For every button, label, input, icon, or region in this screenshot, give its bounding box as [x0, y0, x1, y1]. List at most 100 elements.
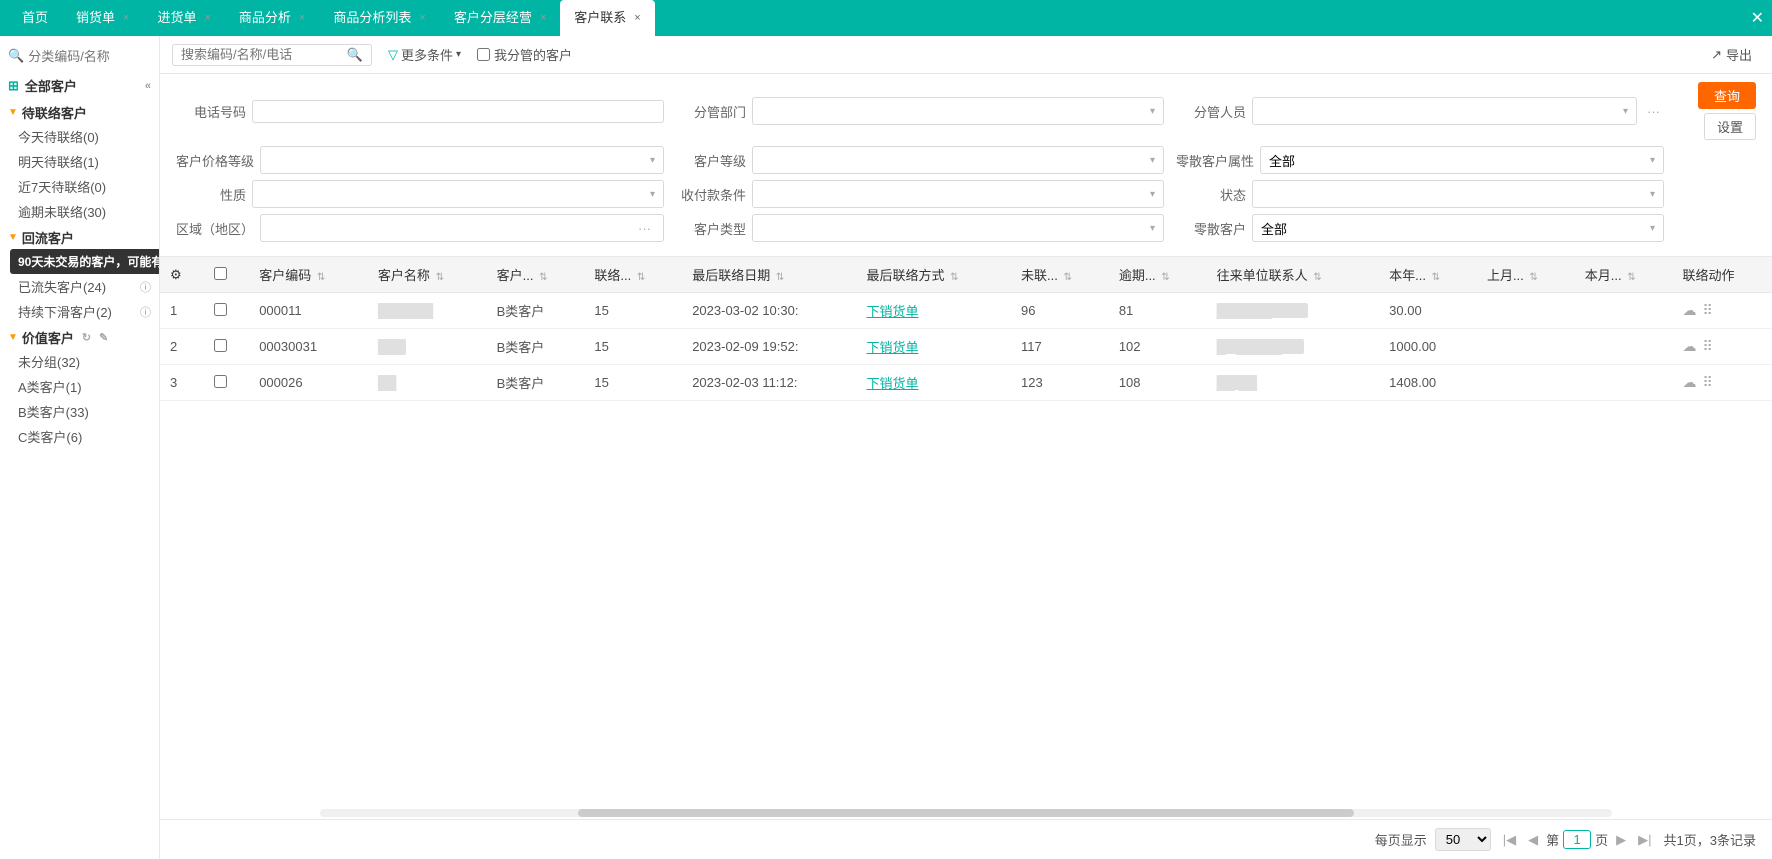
edit-icon[interactable]: ✎ — [99, 331, 108, 344]
nav-customer-segment[interactable]: 客户分层经营 × — [440, 0, 560, 36]
sort-overdue-icon: ⇅ — [1161, 272, 1169, 283]
nav-product-analysis[interactable]: 商品分析 × — [225, 0, 319, 36]
scrollbar-thumb[interactable] — [578, 809, 1353, 817]
nav-sales[interactable]: 销货单 × — [62, 0, 143, 36]
sidebar-item-unclassified[interactable]: 未分组(32) — [0, 349, 159, 374]
nature-select[interactable]: ▾ — [252, 180, 664, 208]
my-customers-checkbox[interactable] — [477, 48, 490, 61]
contact-icon[interactable]: ☁ — [1683, 338, 1697, 355]
refresh-icon[interactable]: ↻ — [82, 331, 91, 344]
close-all-tabs[interactable]: ✕ — [1751, 8, 1764, 28]
th-last-date[interactable]: 最后联络日期 ⇅ — [682, 257, 856, 293]
row-checkbox-0[interactable] — [214, 303, 227, 316]
more-filters-button[interactable]: ▽ 更多条件 ▾ — [380, 42, 469, 67]
th-contact-person[interactable]: 往来单位联系人 ⇅ — [1207, 257, 1380, 293]
total-info: 共1页，3条记录 — [1664, 830, 1756, 849]
main-search-icon[interactable]: 🔍 — [347, 47, 363, 63]
settings-button[interactable]: 设置 — [1704, 113, 1756, 140]
close-customer-segment-tab[interactable]: × — [540, 0, 546, 36]
section-retention[interactable]: ▼ 回流客户 90天未交易的客户，可能有流失风险。 — [0, 224, 159, 249]
cell-checkbox[interactable] — [204, 329, 250, 365]
section-value-customers[interactable]: ▼ 价值客户 ↻ ✎ — [0, 324, 159, 349]
th-no-contact[interactable]: 未联... ⇅ — [1011, 257, 1109, 293]
contact-icon[interactable]: ☁ — [1683, 302, 1697, 319]
status-select[interactable]: ▾ — [1252, 180, 1664, 208]
contact-method-link[interactable]: 下销货单 — [866, 340, 918, 355]
more-icon[interactable]: ⠿ — [1703, 338, 1713, 355]
customer-type-select[interactable]: ▾ — [752, 214, 1164, 242]
filter-phone: 电话号码 — [176, 100, 664, 123]
row-checkbox-1[interactable] — [214, 339, 227, 352]
filter-row-2: 客户价格等级 ▾ 客户等级 ▾ 零散客户属性 全部 — [176, 146, 1756, 174]
nav-product-analysis-list[interactable]: 商品分析列表 × — [319, 0, 439, 36]
next-page-btn[interactable]: ▶ — [1612, 830, 1630, 850]
more-icon[interactable]: ⠿ — [1703, 302, 1713, 319]
retail-attr-select[interactable]: 全部 ▾ — [1260, 146, 1664, 174]
cell-last-method[interactable]: 下销货单 — [856, 365, 1011, 401]
contact-icon[interactable]: ☁ — [1683, 374, 1697, 391]
region-dots[interactable]: ··· — [634, 221, 655, 236]
first-page-btn[interactable]: |◀ — [1499, 830, 1520, 850]
sidebar-item-class-a[interactable]: A类客户(1) — [0, 374, 159, 399]
close-customer-contact-tab[interactable]: × — [634, 0, 640, 36]
th-overdue[interactable]: 逾期... ⇅ — [1109, 257, 1207, 293]
sidebar-item-overdue[interactable]: 逾期未联络(30) — [0, 199, 159, 224]
sidebar-search-input[interactable] — [28, 49, 151, 64]
cell-checkbox[interactable] — [204, 365, 250, 401]
th-code[interactable]: 客户编码 ⇅ — [249, 257, 368, 293]
all-customers-header[interactable]: ⊞ 全部客户 « — [0, 72, 159, 99]
row-checkbox-2[interactable] — [214, 375, 227, 388]
sidebar-item-churned[interactable]: 已流失客户(24) ⓘ — [0, 274, 159, 299]
cell-last-method[interactable]: 下销货单 — [856, 329, 1011, 365]
close-product-list-tab[interactable]: × — [419, 0, 425, 36]
manager-select[interactable]: ▾ — [1252, 97, 1637, 125]
price-level-select[interactable]: ▾ — [260, 146, 664, 174]
sidebar-item-class-b[interactable]: B类客户(33) — [0, 399, 159, 424]
contact-method-link[interactable]: 下销货单 — [866, 304, 918, 319]
page-size-select[interactable]: 50 100 200 — [1435, 828, 1491, 851]
phone-input[interactable] — [252, 100, 664, 123]
manager-dots[interactable]: ··· — [1643, 104, 1664, 119]
more-icon[interactable]: ⠿ — [1703, 374, 1713, 391]
export-button[interactable]: ↗ 导出 — [1703, 42, 1760, 67]
main-search-input[interactable] — [181, 47, 343, 62]
payment-select[interactable]: ▾ — [752, 180, 1164, 208]
section-pending-contact[interactable]: ▼ 待联络客户 — [0, 99, 159, 124]
customer-level-select[interactable]: ▾ — [752, 146, 1164, 174]
sidebar-item-tomorrow[interactable]: 明天待联络(1) — [0, 149, 159, 174]
nav-customer-contact[interactable]: 客户联系 × — [560, 0, 654, 36]
th-this-year[interactable]: 本年... ⇅ — [1379, 257, 1477, 293]
my-customers-checkbox-label[interactable]: 我分管的客户 — [477, 45, 572, 64]
select-all-checkbox[interactable] — [214, 267, 227, 280]
current-page[interactable]: 1 — [1563, 830, 1591, 849]
th-contacts[interactable]: 联络... ⇅ — [584, 257, 682, 293]
last-page-btn[interactable]: ▶| — [1634, 830, 1655, 850]
retail-customer-select[interactable]: 全部 ▾ — [1252, 214, 1664, 242]
close-product-analysis-tab[interactable]: × — [299, 0, 305, 36]
horizontal-scrollbar[interactable] — [160, 807, 1772, 819]
prev-page-btn[interactable]: ◀ — [1524, 830, 1542, 850]
cell-last-method[interactable]: 下销货单 — [856, 293, 1011, 329]
th-name[interactable]: 客户名称 ⇅ — [368, 257, 487, 293]
th-settings[interactable]: ⚙ — [160, 257, 204, 293]
th-last-month[interactable]: 上月... ⇅ — [1477, 257, 1575, 293]
sidebar-item-class-c[interactable]: C类客户(6) — [0, 424, 159, 449]
dept-select[interactable]: ▾ — [752, 97, 1164, 125]
th-checkbox[interactable] — [204, 257, 250, 293]
region-select[interactable]: ··· — [260, 214, 664, 242]
contact-method-link[interactable]: 下销货单 — [866, 376, 918, 391]
query-button[interactable]: 查询 — [1698, 82, 1756, 109]
nav-purchase[interactable]: 进货单 × — [143, 0, 224, 36]
close-purchase-tab[interactable]: × — [204, 0, 210, 36]
th-type[interactable]: 客户... ⇅ — [487, 257, 585, 293]
close-sales-tab[interactable]: × — [123, 0, 129, 36]
sidebar-item-declining[interactable]: 持续下滑客户(2) ⓘ — [0, 299, 159, 324]
cell-this-month — [1575, 329, 1673, 365]
th-last-method[interactable]: 最后联络方式 ⇅ — [856, 257, 1011, 293]
sidebar-item-today[interactable]: 今天待联络(0) — [0, 124, 159, 149]
th-this-month[interactable]: 本月... ⇅ — [1575, 257, 1673, 293]
sidebar-item-7days[interactable]: 近7天待联络(0) — [0, 174, 159, 199]
nav-home[interactable]: 首页 — [8, 0, 62, 36]
collapse-all-icon[interactable]: « — [145, 80, 151, 92]
cell-checkbox[interactable] — [204, 293, 250, 329]
